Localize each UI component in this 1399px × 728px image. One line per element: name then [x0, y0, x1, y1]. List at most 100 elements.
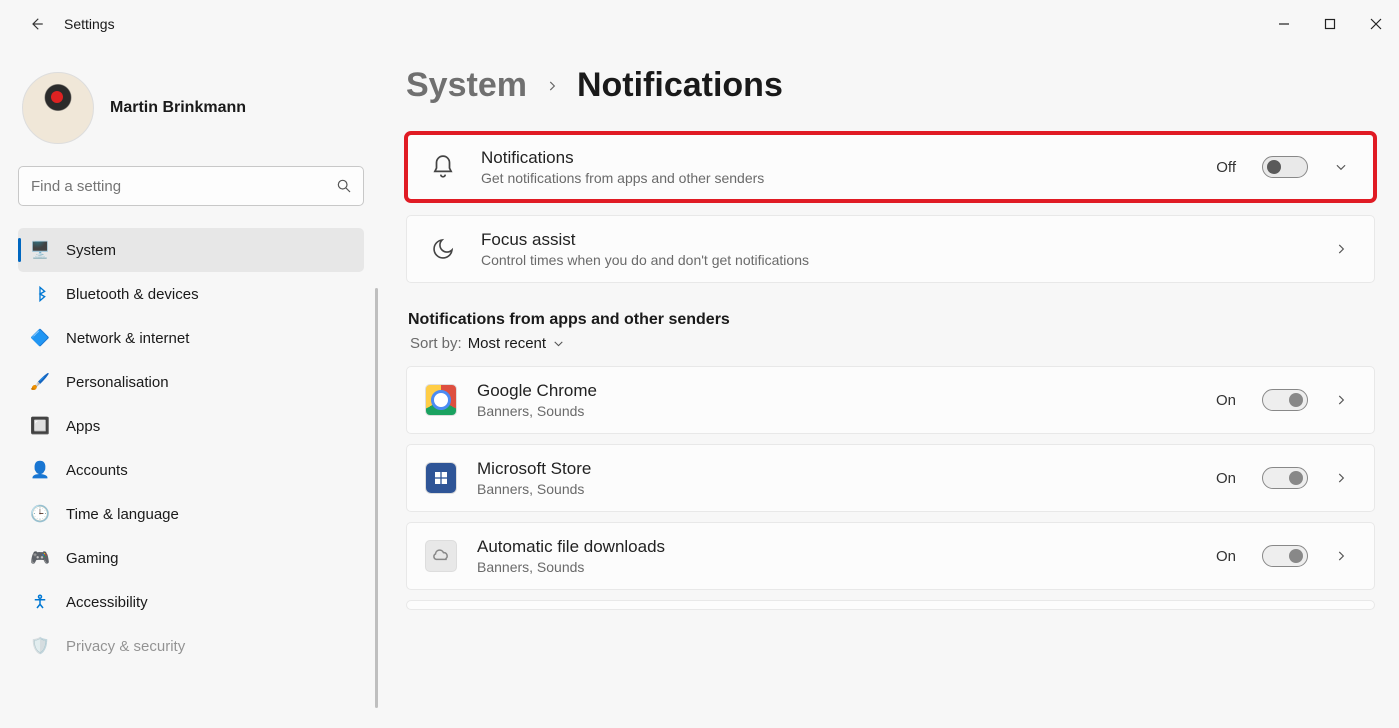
wifi-icon: 🔷: [30, 328, 50, 348]
accessibility-icon: [30, 592, 50, 612]
sidebar-item-label: Bluetooth & devices: [66, 286, 199, 303]
sidebar-item-label: Accounts: [66, 462, 128, 479]
username: Martin Brinkmann: [110, 99, 246, 117]
clock-globe-icon: 🕒: [30, 504, 50, 524]
sender-card-downloads[interactable]: Automatic file downloads Banners, Sounds…: [406, 522, 1375, 590]
profile-block[interactable]: Martin Brinkmann: [22, 72, 364, 144]
sidebar-item-bluetooth[interactable]: Bluetooth & devices: [18, 272, 364, 316]
section-heading: Notifications from apps and other sender…: [408, 311, 1375, 329]
shield-icon: 🛡️: [30, 636, 50, 656]
sidebar-item-label: Personalisation: [66, 374, 169, 391]
back-button[interactable]: [16, 15, 56, 33]
sort-label: Sort by:: [410, 335, 462, 352]
main-pane: System Notifications Notifications Get n…: [380, 48, 1399, 728]
brush-icon: 🖌️: [30, 372, 50, 392]
sidebar-scrollbar[interactable]: [375, 288, 378, 708]
navigate-button[interactable]: [1334, 242, 1356, 256]
bluetooth-icon: [30, 284, 50, 304]
sidebar-item-label: Time & language: [66, 506, 179, 523]
app-sub: Banners, Sounds: [477, 559, 1196, 575]
sender-card-chrome[interactable]: Google Chrome Banners, Sounds On: [406, 366, 1375, 434]
search-input[interactable]: [18, 166, 364, 206]
titlebar: Settings: [0, 0, 1399, 48]
card-subtitle: Control times when you do and don't get …: [481, 252, 1314, 268]
toggle-state-label: On: [1216, 392, 1236, 409]
arrow-left-icon: [27, 15, 45, 33]
cloud-icon: [425, 540, 457, 572]
person-icon: 👤: [30, 460, 50, 480]
moon-icon: [425, 237, 461, 261]
sidebar-item-label: Network & internet: [66, 330, 189, 347]
search-box: [18, 166, 364, 206]
toggle-state-label: On: [1216, 470, 1236, 487]
gamepad-icon: 🎮: [30, 548, 50, 568]
nav-list: 🖥️ System Bluetooth & devices 🔷 Network …: [18, 228, 364, 668]
navigate-button[interactable]: [1334, 471, 1356, 485]
close-icon: [1370, 18, 1382, 30]
card-texts: Automatic file downloads Banners, Sounds: [477, 537, 1196, 575]
sidebar: Martin Brinkmann 🖥️ System Bluetooth & d…: [0, 48, 380, 728]
navigate-button[interactable]: [1334, 549, 1356, 563]
sidebar-item-label: System: [66, 242, 116, 259]
app-name: Google Chrome: [477, 381, 1196, 401]
chrome-icon: [425, 384, 457, 416]
navigate-button[interactable]: [1334, 393, 1356, 407]
chevron-right-icon: [1334, 549, 1348, 563]
store-icon: [425, 462, 457, 494]
close-button[interactable]: [1353, 8, 1399, 40]
card-texts: Microsoft Store Banners, Sounds: [477, 459, 1196, 497]
sidebar-item-network[interactable]: 🔷 Network & internet: [18, 316, 364, 360]
maximize-icon: [1324, 18, 1336, 30]
sidebar-item-apps[interactable]: 🔲 Apps: [18, 404, 364, 448]
breadcrumb-parent[interactable]: System: [406, 66, 527, 105]
sidebar-item-label: Privacy & security: [66, 638, 185, 655]
sidebar-item-label: Gaming: [66, 550, 119, 567]
sender-card-store[interactable]: Microsoft Store Banners, Sounds On: [406, 444, 1375, 512]
sidebar-item-personalisation[interactable]: 🖌️ Personalisation: [18, 360, 364, 404]
notifications-toggle[interactable]: [1262, 156, 1308, 178]
breadcrumb-current: Notifications: [577, 66, 783, 105]
monitor-icon: 🖥️: [30, 240, 50, 260]
sidebar-item-label: Accessibility: [66, 594, 148, 611]
chevron-down-icon: [552, 337, 565, 350]
card-texts: Notifications Get notifications from app…: [481, 148, 1196, 186]
sender-card-partial[interactable]: [406, 600, 1375, 610]
sidebar-item-accounts[interactable]: 👤 Accounts: [18, 448, 364, 492]
search-icon: [336, 178, 352, 194]
breadcrumb: System Notifications: [406, 66, 1375, 105]
grid-icon: 🔲: [30, 416, 50, 436]
minimize-icon: [1278, 18, 1290, 30]
sidebar-item-label: Apps: [66, 418, 100, 435]
maximize-button[interactable]: [1307, 8, 1353, 40]
toggle-state-label: On: [1216, 548, 1236, 565]
sidebar-item-system[interactable]: 🖥️ System: [18, 228, 364, 272]
avatar: [22, 72, 94, 144]
app-toggle[interactable]: [1262, 467, 1308, 489]
bell-icon: [425, 154, 461, 180]
window-controls: [1261, 8, 1399, 40]
app-toggle[interactable]: [1262, 545, 1308, 567]
chevron-right-icon: [545, 79, 559, 93]
chevron-right-icon: [1334, 471, 1348, 485]
sidebar-item-privacy[interactable]: 🛡️ Privacy & security: [18, 624, 364, 668]
card-title: Notifications: [481, 148, 1196, 168]
card-texts: Focus assist Control times when you do a…: [481, 230, 1314, 268]
sort-by-dropdown[interactable]: Sort by: Most recent: [410, 335, 1375, 352]
app-name: Microsoft Store: [477, 459, 1196, 479]
toggle-state-label: Off: [1216, 159, 1236, 176]
app-toggle[interactable]: [1262, 389, 1308, 411]
card-notifications[interactable]: Notifications Get notifications from app…: [406, 133, 1375, 201]
sidebar-item-gaming[interactable]: 🎮 Gaming: [18, 536, 364, 580]
sort-value: Most recent: [468, 335, 546, 352]
app-sub: Banners, Sounds: [477, 403, 1196, 419]
app-title: Settings: [64, 16, 115, 32]
expand-button[interactable]: [1334, 160, 1356, 174]
card-focus-assist[interactable]: Focus assist Control times when you do a…: [406, 215, 1375, 283]
app-sub: Banners, Sounds: [477, 481, 1196, 497]
chevron-down-icon: [1334, 160, 1348, 174]
app-name: Automatic file downloads: [477, 537, 1196, 557]
sidebar-item-accessibility[interactable]: Accessibility: [18, 580, 364, 624]
chevron-right-icon: [1334, 393, 1348, 407]
sidebar-item-time-language[interactable]: 🕒 Time & language: [18, 492, 364, 536]
minimize-button[interactable]: [1261, 8, 1307, 40]
